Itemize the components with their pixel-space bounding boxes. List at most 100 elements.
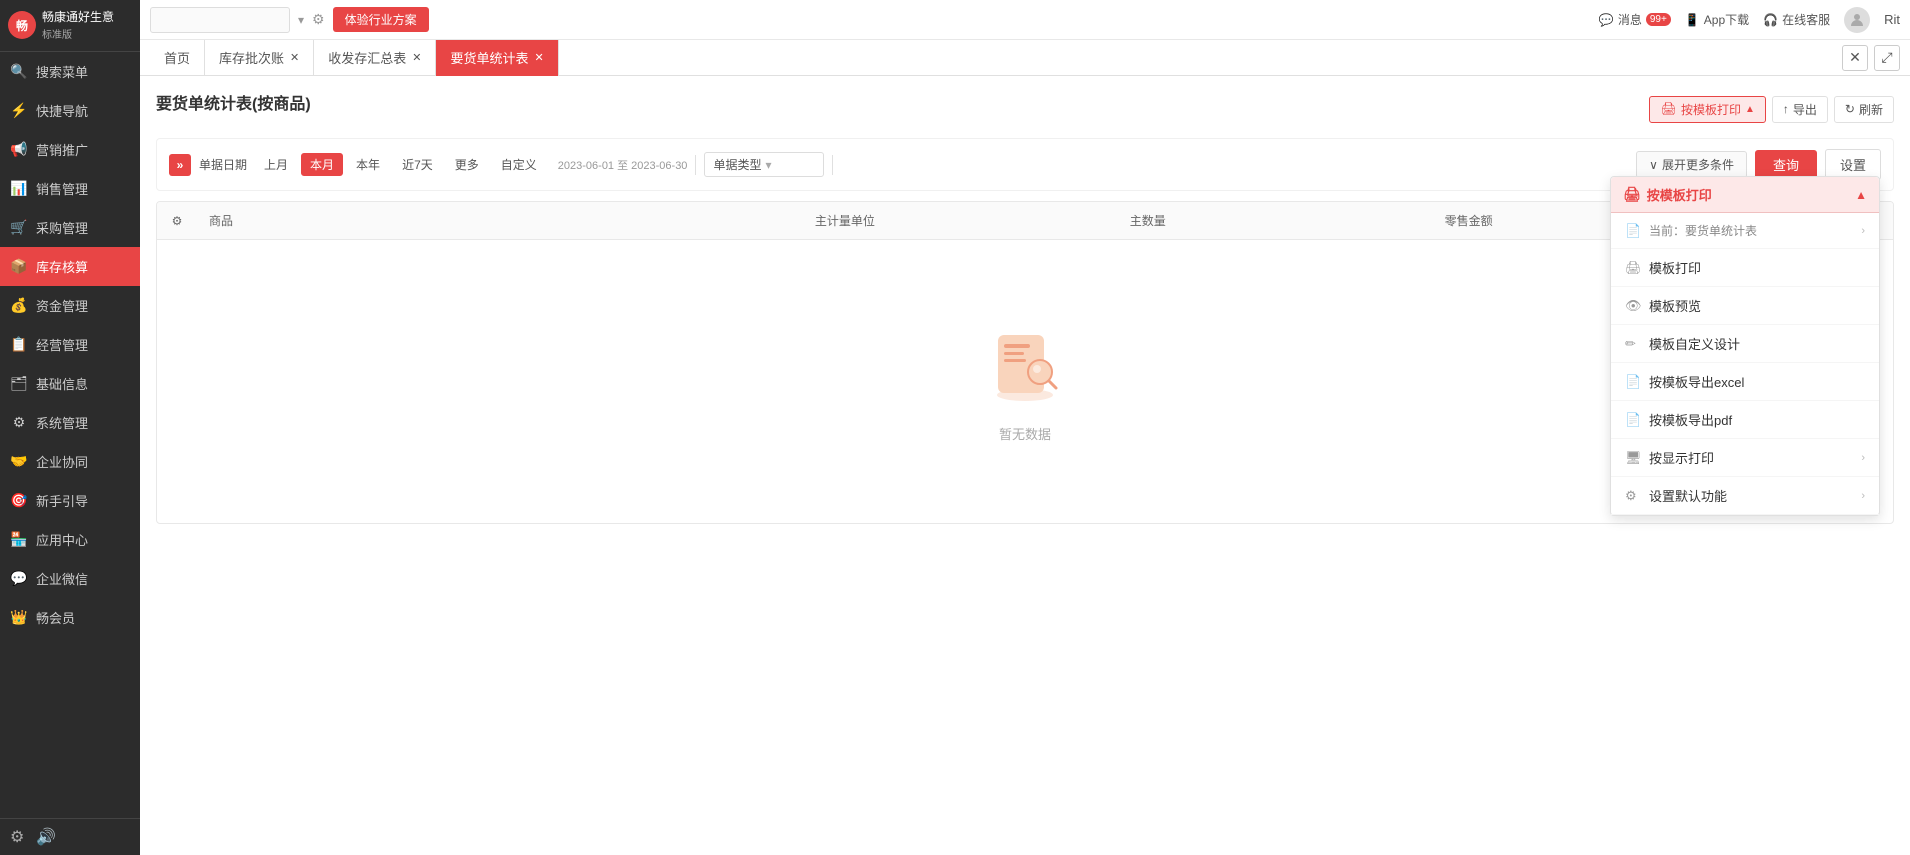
date-btn-this-month[interactable]: 本月	[301, 153, 343, 176]
date-btn-this-year[interactable]: 本年	[347, 153, 389, 176]
sidebar-item-label: 新手引导	[36, 491, 88, 510]
template-pdf-icon: 📄	[1625, 412, 1641, 428]
tab-label: 收发存汇总表	[328, 48, 406, 67]
sidebar-item-label: 企业协同	[36, 452, 88, 471]
sidebar-item-label: 采购管理	[36, 218, 88, 237]
page-title: 要货单统计表(按商品)	[156, 90, 311, 114]
expand-filters-button[interactable]: ∨ 展开更多条件	[1636, 151, 1747, 178]
print-item-display-print[interactable]: 🖥 按显示打印 ›	[1611, 439, 1879, 477]
sidebar-item-enterprise[interactable]: 🤝 企业协同	[0, 442, 140, 481]
date-btn-last-month[interactable]: 上月	[255, 153, 297, 176]
sidebar-item-appstore[interactable]: 🏪 应用中心	[0, 520, 140, 559]
template-excel-icon: 📄	[1625, 374, 1641, 390]
app-download-item[interactable]: 📱 App下载	[1685, 11, 1749, 28]
sidebar-item-sales[interactable]: 📊 销售管理	[0, 169, 140, 208]
filter-divider-2	[832, 155, 833, 175]
print-item-default-func[interactable]: ⚙ 设置默认功能 ›	[1611, 477, 1879, 515]
current-label: 当前：要货单统计表	[1649, 222, 1757, 239]
tabbar-actions: ✕ ⤢	[1842, 45, 1900, 71]
print-item-current[interactable]: 📄 当前：要货单统计表 ›	[1611, 213, 1879, 249]
sidebar-item-label: 快捷导航	[36, 101, 88, 120]
date-range: 2023-06-01 至 2023-06-30	[558, 157, 688, 173]
home-label: 首页	[164, 48, 190, 67]
date-btn-custom[interactable]: 自定义	[492, 153, 546, 176]
print-item-template-pdf[interactable]: 📄 按模板导出pdf	[1611, 401, 1879, 439]
tab-close-requisition[interactable]: ✕	[535, 51, 544, 64]
type-select[interactable]: 单据类型 ▾	[704, 152, 824, 177]
th-product: 商品	[197, 202, 803, 239]
sidebar-item-marketing[interactable]: 📢 营销推广	[0, 130, 140, 169]
sales-icon: 📊	[10, 179, 28, 197]
sidebar-item-search[interactable]: 🔍 搜索菜单	[0, 52, 140, 91]
sidebar-item-membership[interactable]: 👑 畅会员	[0, 598, 140, 637]
tab-close-collection[interactable]: ✕	[412, 51, 421, 64]
tab-label: 库存批次账	[219, 48, 284, 67]
sidebar-item-finance[interactable]: 💰 资金管理	[0, 286, 140, 325]
print-item-template-print[interactable]: 🖨 模板打印	[1611, 249, 1879, 287]
template-design-icon: ✏	[1625, 336, 1641, 352]
tab-collection[interactable]: 收发存汇总表 ✕	[314, 40, 436, 76]
th-settings[interactable]: ⚙	[157, 202, 197, 239]
tab-batch[interactable]: 库存批次账 ✕	[205, 40, 314, 76]
close-tab-button[interactable]: ✕	[1842, 45, 1868, 71]
footer-settings-icon[interactable]: ⚙	[10, 827, 24, 847]
query-button[interactable]: 查询	[1755, 150, 1817, 179]
date-btn-more[interactable]: 更多	[446, 153, 488, 176]
refresh-button[interactable]: ↻ 刷新	[1834, 96, 1894, 123]
template-print-label: 模板打印	[1649, 258, 1701, 277]
print-template-button[interactable]: 🖨 按模板打印 ▲	[1649, 96, 1765, 123]
filter-toggle-button[interactable]: »	[169, 154, 191, 176]
current-arrow: ›	[1861, 225, 1865, 237]
footer-speaker-icon[interactable]: 🔊	[36, 827, 56, 847]
display-print-label: 按显示打印	[1649, 448, 1714, 467]
sidebar-item-system[interactable]: ⚙ 系统管理	[0, 403, 140, 442]
topbar-search-input[interactable]	[150, 7, 290, 33]
default-func-icon: ⚙	[1625, 488, 1641, 504]
sidebar-logo: 畅 畅康通好生意 标准版	[0, 0, 140, 52]
date-btn-7days[interactable]: 近7天	[393, 153, 442, 176]
filter-divider	[695, 155, 696, 175]
default-func-arrow: ›	[1861, 490, 1865, 502]
th-qty-label: 主数量	[1130, 212, 1166, 229]
tab-close-batch[interactable]: ✕	[290, 51, 299, 64]
export-button[interactable]: ↑ 导出	[1772, 96, 1828, 123]
sidebar-item-label: 基础信息	[36, 374, 88, 393]
sidebar-item-quicknav[interactable]: ⚡ 快捷导航	[0, 91, 140, 130]
sidebar-item-purchase[interactable]: 🛒 采购管理	[0, 208, 140, 247]
trial-button[interactable]: 体验行业方案	[333, 7, 429, 32]
username-label: Rit	[1884, 12, 1900, 27]
th-unit: 主计量单位	[803, 202, 1118, 239]
basic-icon: 🗂	[10, 374, 28, 392]
print-item-template-excel[interactable]: 📄 按模板导出excel	[1611, 363, 1879, 401]
notification-badge: 99+	[1646, 13, 1671, 26]
notification-item[interactable]: 💬 消息 99+	[1599, 11, 1671, 28]
template-preview-label: 模板预览	[1649, 296, 1701, 315]
display-print-arrow: ›	[1861, 452, 1865, 464]
print-dropdown: 🖨 按模板打印 ▲ 📄 当前：要货单统计表 › 🖨 模板打印 👁 模板预览	[1610, 176, 1880, 516]
default-func-label: 设置默认功能	[1649, 486, 1727, 505]
print-dropdown-chevron-icon[interactable]: ▲	[1855, 188, 1867, 202]
expand-icon: ∨	[1649, 158, 1658, 172]
print-item-template-design[interactable]: ✏ 模板自定义设计	[1611, 325, 1879, 363]
tab-requisition[interactable]: 要货单统计表 ✕	[436, 40, 558, 76]
sidebar-item-label: 营销推广	[36, 140, 88, 159]
topbar-chevron-icon[interactable]: ▾	[298, 13, 304, 27]
expand-tab-button[interactable]: ⤢	[1874, 45, 1900, 71]
operations-icon: 📋	[10, 335, 28, 353]
sidebar-item-newbie[interactable]: 🎯 新手引导	[0, 481, 140, 520]
sidebar-item-basic[interactable]: 🗂 基础信息	[0, 364, 140, 403]
sidebar-item-wecom[interactable]: 💬 企业微信	[0, 559, 140, 598]
current-icon: 📄	[1625, 223, 1641, 239]
sidebar-item-label: 经营管理	[36, 335, 88, 354]
print-item-template-preview[interactable]: 👁 模板预览	[1611, 287, 1879, 325]
tab-home[interactable]: 首页	[150, 40, 205, 76]
sidebar-item-inventory[interactable]: 📦 库存核算	[0, 247, 140, 286]
notification-label: 消息	[1618, 11, 1642, 28]
online-service-item[interactable]: 🎧 在线客服	[1763, 11, 1830, 28]
template-design-label: 模板自定义设计	[1649, 334, 1740, 353]
topbar-gear-icon[interactable]: ⚙	[312, 11, 325, 28]
user-avatar[interactable]	[1844, 7, 1870, 33]
marketing-icon: 📢	[10, 140, 28, 158]
template-preview-icon: 👁	[1625, 298, 1641, 314]
sidebar-item-operations[interactable]: 📋 经营管理	[0, 325, 140, 364]
